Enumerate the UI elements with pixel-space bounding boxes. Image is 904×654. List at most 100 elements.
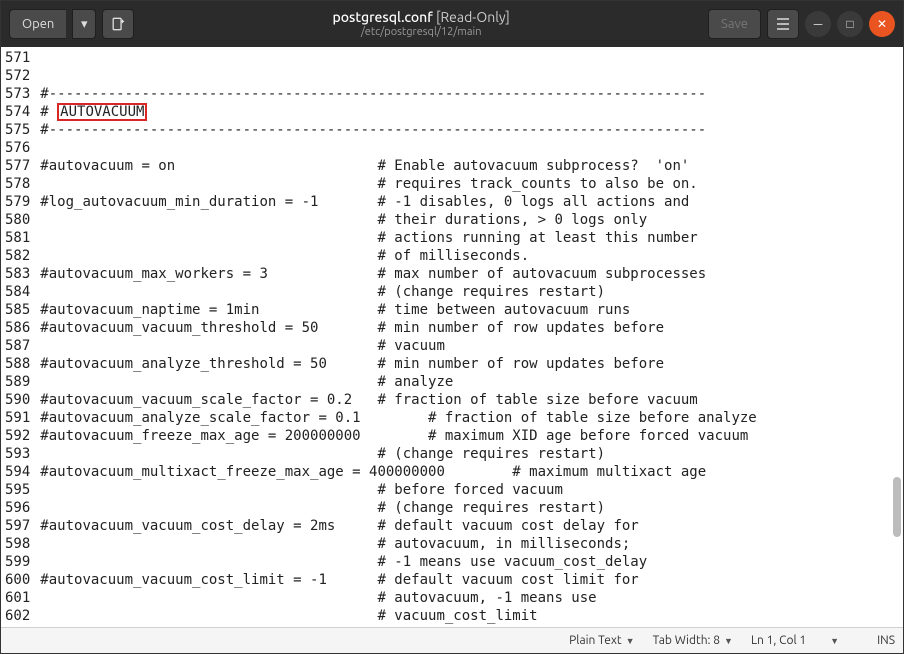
code-line[interactable]: # vacuum_cost_limit	[40, 607, 903, 625]
code-line[interactable]: # autovacuum, -1 means use	[40, 589, 903, 607]
code-line[interactable]: # (change requires restart)	[40, 445, 903, 463]
syntax-mode-selector[interactable]: Plain Text ▼	[569, 634, 634, 647]
line-number: 592	[5, 427, 30, 445]
code-line[interactable]: #autovacuum = on # Enable autovacuum sub…	[40, 157, 903, 175]
open-dropdown-button[interactable]: ▾	[72, 9, 96, 39]
code-content[interactable]: #---------------------------------------…	[36, 47, 903, 627]
line-number: 589	[5, 373, 30, 391]
file-path: /etc/postgresql/12/main	[134, 26, 708, 38]
window-title: postgresql.conf [Read-Only]	[134, 10, 708, 25]
vertical-scrollbar[interactable]	[893, 477, 901, 537]
line-number: 571	[5, 49, 30, 67]
code-line[interactable]: # analyze	[40, 373, 903, 391]
chevron-down-icon: ▼	[626, 636, 635, 646]
line-number: 579	[5, 193, 30, 211]
line-number: 585	[5, 301, 30, 319]
line-number: 578	[5, 175, 30, 193]
code-line[interactable]: # of milliseconds.	[40, 247, 903, 265]
file-name: postgresql.conf	[332, 9, 432, 25]
line-number: 598	[5, 535, 30, 553]
code-line[interactable]: #autovacuum_max_workers = 3 # max number…	[40, 265, 903, 283]
open-button[interactable]: Open	[9, 9, 66, 39]
code-line[interactable]: #log_autovacuum_min_duration = -1 # -1 d…	[40, 193, 903, 211]
cursor-position-selector[interactable]: Ln 1, Col 1 ▼	[751, 634, 839, 647]
code-line[interactable]: # before forced vacuum	[40, 481, 903, 499]
code-line[interactable]: #autovacuum_analyze_scale_factor = 0.1 #…	[40, 409, 903, 427]
code-line[interactable]: #---------------------------------------…	[40, 85, 903, 103]
line-number: 583	[5, 265, 30, 283]
minimize-icon: ─	[814, 17, 823, 31]
code-line[interactable]: # (change requires restart)	[40, 283, 903, 301]
code-line[interactable]: # AUTOVACUUM	[40, 103, 903, 121]
code-line[interactable]: # autovacuum, in milliseconds;	[40, 535, 903, 553]
code-line[interactable]	[40, 67, 903, 85]
code-line[interactable]: #autovacuum_vacuum_cost_delay = 2ms # de…	[40, 517, 903, 535]
code-line[interactable]: #autovacuum_freeze_max_age = 200000000 #…	[40, 427, 903, 445]
highlight-autovacuum: AUTOVACUUM	[57, 103, 147, 121]
line-number: 574	[5, 103, 30, 121]
code-line[interactable]: # vacuum	[40, 337, 903, 355]
syntax-mode-label: Plain Text	[569, 634, 622, 647]
line-number: 594	[5, 463, 30, 481]
line-number: 602	[5, 607, 30, 625]
code-line[interactable]: #autovacuum_vacuum_threshold = 50 # min …	[40, 319, 903, 337]
new-document-icon	[111, 17, 125, 31]
chevron-down-icon: ▼	[830, 636, 839, 646]
line-number: 596	[5, 499, 30, 517]
line-number: 584	[5, 283, 30, 301]
code-line[interactable]	[40, 49, 903, 67]
line-number: 588	[5, 355, 30, 373]
code-line[interactable]: # (change requires restart)	[40, 499, 903, 517]
line-number: 600	[5, 571, 30, 589]
minimize-button[interactable]: ─	[805, 11, 831, 37]
chevron-down-icon: ▼	[724, 636, 733, 646]
maximize-button[interactable]: □	[837, 11, 863, 37]
code-line[interactable]: #---------------------------------------…	[40, 121, 903, 139]
new-tab-button[interactable]	[102, 9, 134, 39]
line-number: 590	[5, 391, 30, 409]
code-line[interactable]: # actions running at least this number	[40, 229, 903, 247]
cursor-position-label: Ln 1, Col 1	[751, 634, 806, 647]
line-number: 587	[5, 337, 30, 355]
line-number: 586	[5, 319, 30, 337]
line-number: 593	[5, 445, 30, 463]
tab-width-selector[interactable]: Tab Width: 8 ▼	[653, 634, 733, 647]
code-line[interactable]: #autovacuum_multixact_freeze_max_age = 4…	[40, 463, 903, 481]
close-button[interactable]: ✕	[869, 11, 895, 37]
line-number: 580	[5, 211, 30, 229]
code-line[interactable]: #autovacuum_vacuum_scale_factor = 0.2 # …	[40, 391, 903, 409]
code-line[interactable]: # their durations, > 0 logs only	[40, 211, 903, 229]
hamburger-icon	[776, 18, 790, 30]
code-line[interactable]: #autovacuum_analyze_threshold = 50 # min…	[40, 355, 903, 373]
line-number: 573	[5, 85, 30, 103]
line-number: 581	[5, 229, 30, 247]
line-number-gutter: 5715725735745755765775785795805815825835…	[1, 47, 36, 627]
save-button[interactable]: Save	[708, 9, 761, 39]
code-line[interactable]: #autovacuum_naptime = 1min # time betwee…	[40, 301, 903, 319]
tab-width-label: Tab Width: 8	[653, 634, 720, 647]
code-line[interactable]	[40, 139, 903, 157]
hamburger-button[interactable]	[767, 9, 799, 39]
titlebar: Open ▾ postgresql.conf [Read-Only] /etc/…	[1, 1, 903, 47]
statusbar: Plain Text ▼ Tab Width: 8 ▼ Ln 1, Col 1 …	[1, 627, 903, 653]
code-line[interactable]: # requires track_counts to also be on.	[40, 175, 903, 193]
line-number: 576	[5, 139, 30, 157]
close-icon: ✕	[877, 17, 887, 31]
titlebar-center: postgresql.conf [Read-Only] /etc/postgre…	[134, 10, 708, 37]
line-number: 572	[5, 67, 30, 85]
line-number: 577	[5, 157, 30, 175]
line-number: 599	[5, 553, 30, 571]
code-line[interactable]: #autovacuum_vacuum_cost_limit = -1 # def…	[40, 571, 903, 589]
code-line[interactable]: # -1 means use vacuum_cost_delay	[40, 553, 903, 571]
line-number: 591	[5, 409, 30, 427]
line-number: 575	[5, 121, 30, 139]
insert-mode-indicator[interactable]: INS	[877, 634, 895, 647]
chevron-down-icon: ▾	[81, 17, 88, 32]
editor-area[interactable]: 5715725735745755765775785795805815825835…	[1, 47, 903, 627]
line-number: 601	[5, 589, 30, 607]
line-number: 597	[5, 517, 30, 535]
maximize-icon: □	[846, 17, 853, 31]
titlebar-left: Open ▾	[9, 9, 134, 39]
titlebar-right: Save ─ □ ✕	[708, 9, 895, 39]
line-number: 582	[5, 247, 30, 265]
